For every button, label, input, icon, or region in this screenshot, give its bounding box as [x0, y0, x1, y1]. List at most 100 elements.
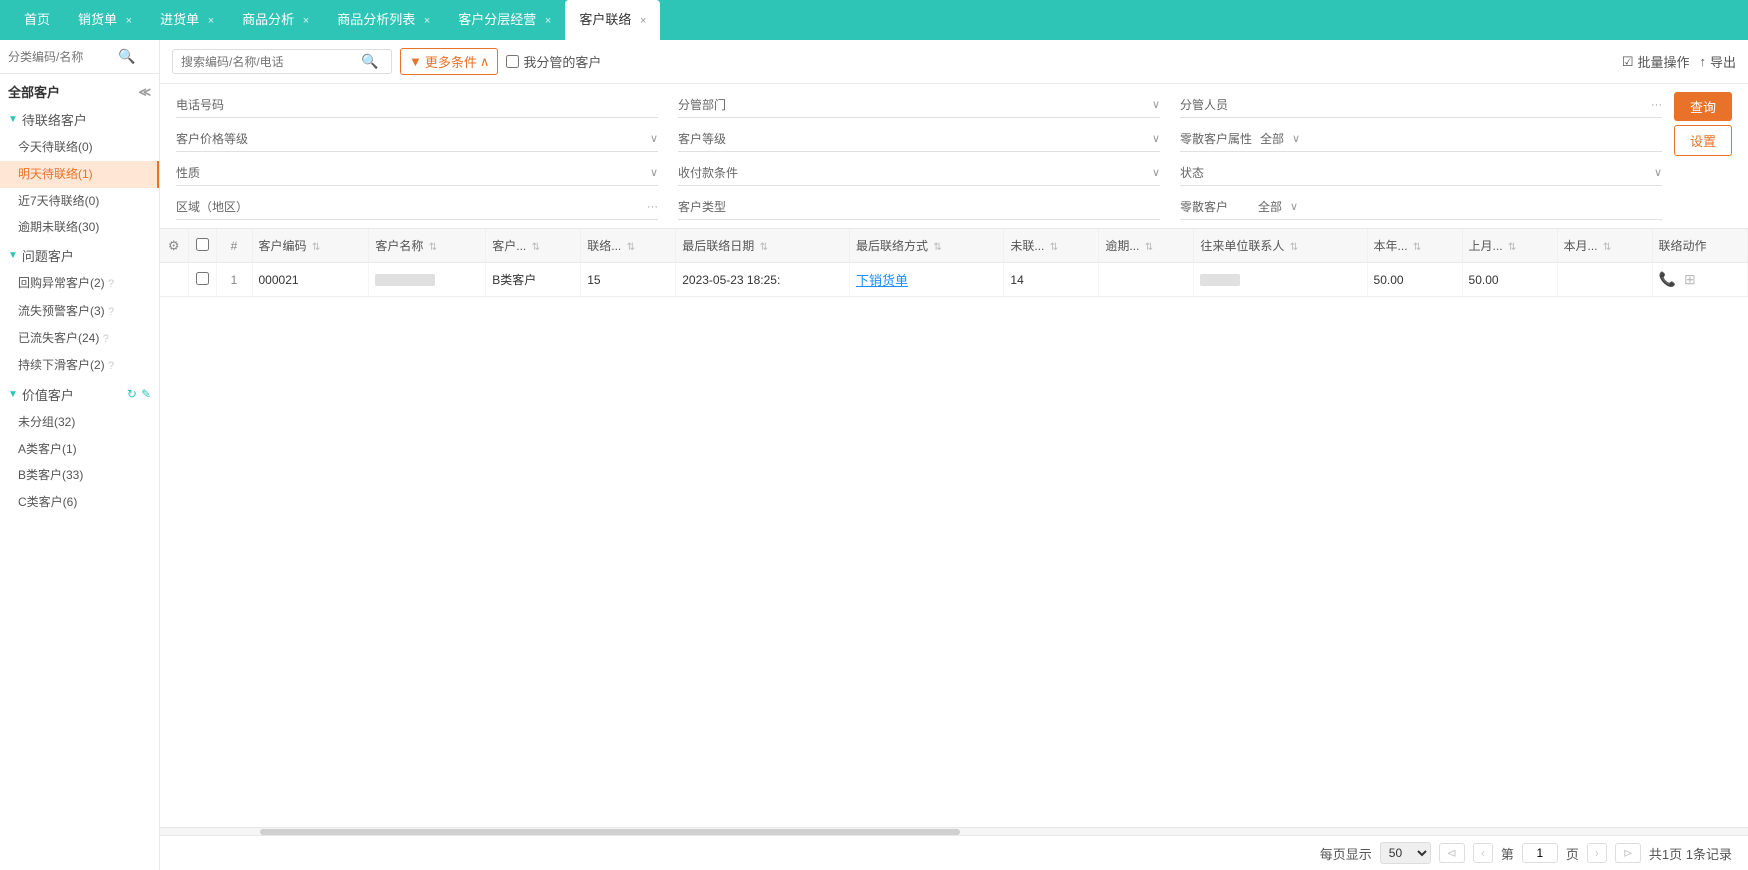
filter-price-grade-field: 客户价格等级 ∨ — [176, 126, 658, 152]
value-refresh-icon[interactable]: ↻ — [127, 387, 137, 401]
all-customers-header: 全部客户 ≪ — [0, 74, 159, 105]
toolbar-search-input[interactable] — [181, 55, 361, 69]
filter-nature-arrow[interactable]: ∨ — [650, 166, 658, 179]
filter-retail-attr-arrow[interactable]: ∨ — [1292, 132, 1300, 145]
query-button[interactable]: 查询 — [1674, 92, 1732, 121]
value-customers-group[interactable]: ▼ 价值客户 ↻ ✎ — [0, 380, 159, 409]
filter-dept-arrow[interactable]: ∨ — [1152, 98, 1160, 111]
nav-home[interactable]: 首页 — [10, 0, 64, 40]
filter-retail-customer-arrow[interactable]: ∨ — [1290, 200, 1298, 213]
nav-customer-segmentation-close[interactable]: × — [545, 15, 551, 27]
col-settings[interactable]: ⚙ — [160, 229, 188, 263]
my-customer-label: 我分管的客户 — [523, 52, 601, 71]
not-contacted-sort-icon: ⇅ — [1050, 242, 1058, 253]
select-all-checkbox[interactable] — [196, 238, 209, 251]
filter-manager-dots[interactable]: ··· — [1651, 99, 1662, 111]
row-checkbox[interactable] — [196, 272, 209, 285]
col-unit-contact[interactable]: 往来单位联系人 ⇅ — [1194, 229, 1367, 263]
filter-retail-customer-value: 全部 — [1258, 198, 1282, 215]
prev-page-button[interactable]: ‹ — [1473, 843, 1493, 863]
filter-retail-attr-field: 零散客户属性 全部 ∨ — [1180, 126, 1662, 152]
toolbar-search-icon[interactable]: 🔍 — [361, 53, 378, 70]
col-last-date[interactable]: 最后联络日期 ⇅ — [676, 229, 850, 263]
nav-customer-segmentation[interactable]: 客户分层经营 × — [444, 0, 565, 40]
col-customer-name[interactable]: 客户名称 ⇅ — [369, 229, 486, 263]
checkbox-icon: ☑ — [1622, 54, 1634, 70]
col-not-contacted[interactable]: 未联... ⇅ — [1004, 229, 1099, 263]
horizontal-scrollbar[interactable] — [160, 827, 1748, 835]
pending-customers-group[interactable]: ▼ 待联络客户 — [0, 105, 159, 134]
sidebar-item-class-a[interactable]: A类客户(1) — [0, 436, 159, 463]
sidebar-item-class-b[interactable]: B类客户(33) — [0, 462, 159, 489]
scrollbar-thumb[interactable] — [260, 829, 960, 835]
nav-customer-contact-close[interactable]: × — [640, 15, 646, 27]
col-contact-count[interactable]: 联络... ⇅ — [581, 229, 676, 263]
col-this-month[interactable]: 本月... ⇅ — [1557, 229, 1652, 263]
all-customers-label[interactable]: 全部客户 — [8, 82, 60, 101]
filter-payment-arrow[interactable]: ∨ — [1152, 166, 1160, 179]
sidebar-item-repurchase-anomaly[interactable]: 回购异常客户(2) ? — [0, 270, 159, 297]
sidebar-item-declining[interactable]: 持续下滑客户(2) ? — [0, 352, 159, 379]
sidebar-search-input[interactable] — [8, 50, 118, 64]
sidebar-item-today[interactable]: 今天待联络(0) — [0, 134, 159, 161]
col-customer-type[interactable]: 客户... ⇅ — [486, 229, 581, 263]
filter-phone-label: 电话号码 — [176, 96, 246, 113]
filter-status-label: 状态 — [1180, 164, 1250, 181]
filter-icon: ▼ — [409, 54, 422, 69]
col-overdue[interactable]: 逾期... ⇅ — [1099, 229, 1194, 263]
sidebar-collapse-icon[interactable]: ≪ — [138, 85, 151, 99]
nav-purchase[interactable]: 进货单 × — [146, 0, 228, 40]
filter-region-dots[interactable]: ··· — [647, 201, 658, 213]
nav-purchase-close[interactable]: × — [208, 15, 214, 27]
sidebar-item-churn-warning[interactable]: 流失预警客户(3) ? — [0, 298, 159, 325]
filter-customer-type-label: 客户类型 — [678, 198, 748, 215]
action-grid-icon[interactable]: ⊞ — [1684, 271, 1696, 288]
filter-status-arrow[interactable]: ∨ — [1654, 166, 1662, 179]
nav-product-analysis-list[interactable]: 商品分析列表 × — [323, 0, 444, 40]
table-settings-icon[interactable]: ⚙ — [168, 238, 180, 253]
col-customer-code[interactable]: 客户编码 ⇅ — [252, 229, 369, 263]
sidebar-item-class-c[interactable]: C类客户(6) — [0, 489, 159, 516]
col-last-method[interactable]: 最后联络方式 ⇅ — [849, 229, 1003, 263]
batch-operations-button[interactable]: ☑ 批量操作 — [1622, 52, 1690, 71]
nav-customer-contact[interactable]: 客户联络 × — [565, 0, 660, 40]
per-page-select[interactable]: 50 100 200 — [1380, 842, 1431, 864]
last-method-link[interactable]: 下销货单 — [856, 273, 908, 288]
nav-product-analysis-list-close[interactable]: × — [424, 15, 430, 27]
first-page-button[interactable]: ⊲ — [1439, 843, 1465, 863]
filter-retail-attr-label: 零散客户属性 — [1180, 130, 1252, 147]
nav-sales-close[interactable]: × — [126, 15, 132, 27]
page-number-input[interactable] — [1522, 843, 1558, 863]
sidebar-item-overdue[interactable]: 逾期未联络(30) — [0, 214, 159, 241]
nav-product-analysis-close[interactable]: × — [303, 15, 309, 27]
my-customer-checkbox-container: 我分管的客户 — [506, 52, 601, 71]
sidebar-item-ungrouped[interactable]: 未分组(32) — [0, 409, 159, 436]
nav-product-analysis[interactable]: 商品分析 × — [228, 0, 323, 40]
settings-button[interactable]: 设置 — [1674, 125, 1732, 156]
export-label: 导出 — [1710, 52, 1736, 71]
filter-retail-customer-label: 零散客户 — [1180, 198, 1250, 215]
last-page-button[interactable]: ⊳ — [1615, 843, 1641, 863]
export-button[interactable]: ↑ 导出 — [1699, 52, 1736, 71]
action-phone-icon[interactable]: 📞 — [1659, 271, 1676, 288]
sidebar-item-7days[interactable]: 近7天待联络(0) — [0, 188, 159, 215]
sidebar-item-churned[interactable]: 已流失客户(24) ? — [0, 325, 159, 352]
last-month-sort-icon: ⇅ — [1508, 242, 1516, 253]
problem-customers-group[interactable]: ▼ 问题客户 — [0, 241, 159, 270]
filter-phone-input[interactable] — [254, 98, 658, 112]
col-this-year[interactable]: 本年... ⇅ — [1367, 229, 1462, 263]
filter-row-3: 性质 ∨ 收付款条件 ∨ 状态 ∨ — [176, 160, 1662, 186]
next-page-button[interactable]: › — [1587, 843, 1607, 863]
more-filters-button[interactable]: ▼ 更多条件 ∧ — [400, 48, 498, 75]
page-label: 第 — [1501, 844, 1514, 863]
nav-sales[interactable]: 销货单 × — [64, 0, 146, 40]
col-last-month[interactable]: 上月... ⇅ — [1462, 229, 1557, 263]
page-unit: 页 — [1566, 844, 1579, 863]
value-edit-icon[interactable]: ✎ — [141, 387, 151, 401]
sidebar-search-icon[interactable]: 🔍 — [118, 48, 135, 65]
filter-customer-grade-arrow[interactable]: ∨ — [1152, 132, 1160, 145]
my-customer-checkbox[interactable] — [506, 55, 519, 68]
filter-price-grade-arrow[interactable]: ∨ — [650, 132, 658, 145]
filter-panel: 电话号码 分管部门 ∨ 分管人员 ··· — [160, 84, 1748, 229]
sidebar-item-tomorrow[interactable]: 明天待联络(1) — [0, 161, 159, 188]
